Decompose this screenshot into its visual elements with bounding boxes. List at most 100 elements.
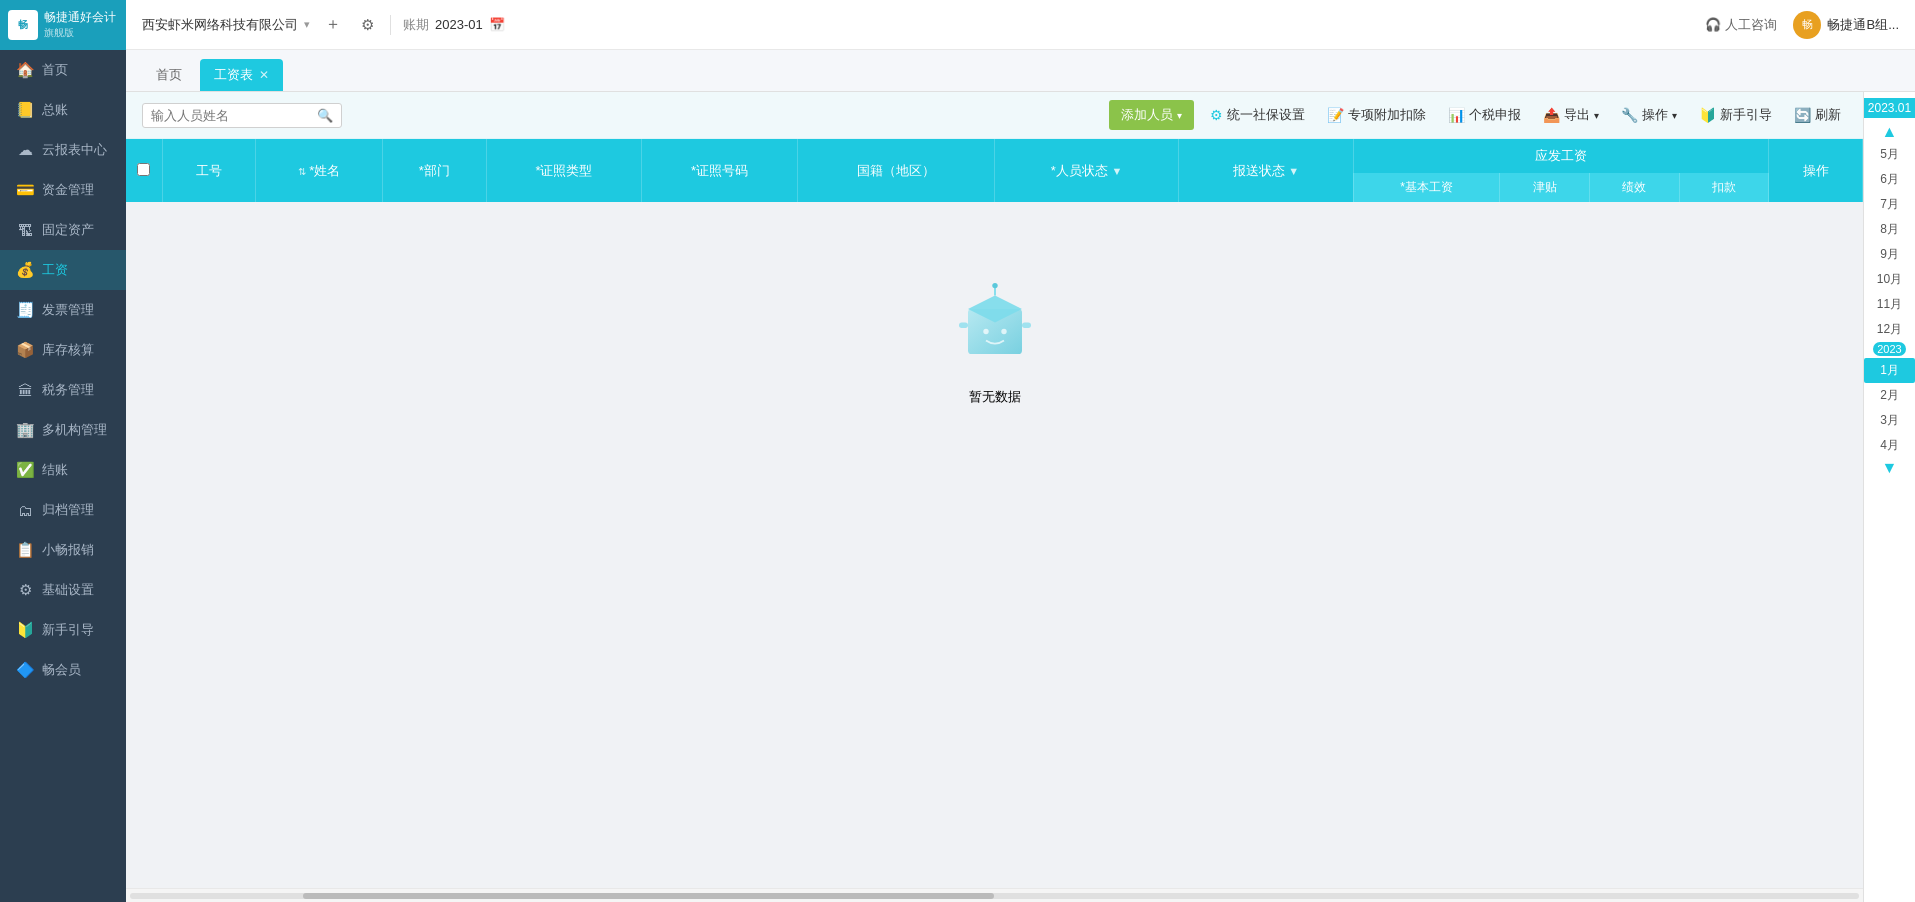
- add-person-button[interactable]: 添加人员 ▾: [1109, 100, 1194, 130]
- sidebar-item-cloud-report[interactable]: ☁ 云报表中心: [0, 130, 126, 170]
- right-panel: ✕ ⛶ 2023.01 ▲ 5月 6月 7月 8月 9月 10月: [1863, 92, 1915, 902]
- user-menu[interactable]: 畅 畅捷通B组...: [1793, 11, 1899, 39]
- topbar-divider: [390, 15, 391, 35]
- new-guide-label: 新手引导: [1720, 106, 1772, 124]
- sidebar-item-inventory[interactable]: 📦 库存核算: [0, 330, 126, 370]
- sidebar: 畅 畅捷通好会计 旗舰版 🏠 首页 📒 总账 ☁ 云报表中心 💳 资金管理 🏗 …: [0, 0, 126, 902]
- refresh-button[interactable]: 🔄 刷新: [1788, 102, 1847, 128]
- month-item-3[interactable]: 3月: [1864, 408, 1915, 433]
- main-area: 西安虾米网络科技有限公司 ▾ ＋ ⚙ 账期 2023-01 📅 🎧 人工咨询 畅…: [126, 0, 1915, 902]
- sidebar-item-settle[interactable]: ✅ 结账: [0, 450, 126, 490]
- select-all-checkbox[interactable]: [137, 163, 150, 176]
- operations-button[interactable]: 🔧 操作 ▾: [1615, 102, 1683, 128]
- invoice-icon: 🧾: [16, 301, 34, 319]
- home-icon: 🏠: [16, 61, 34, 79]
- year-badge: 2023: [1873, 342, 1905, 356]
- th-allowance-label: 津贴: [1533, 180, 1557, 194]
- calendar-icon[interactable]: 📅: [489, 17, 505, 32]
- sidebar-item-invoice[interactable]: 🧾 发票管理: [0, 290, 126, 330]
- tab-close-icon[interactable]: ✕: [259, 69, 269, 81]
- month-item-11[interactable]: 11月: [1864, 292, 1915, 317]
- salary-icon: 💰: [16, 261, 34, 279]
- th-name-label: *姓名: [309, 163, 340, 178]
- ledger-icon: 📒: [16, 101, 34, 119]
- sidebar-item-expense[interactable]: 📋 小畅报销: [0, 530, 126, 570]
- operations-label: 操作: [1642, 106, 1668, 124]
- topbar: 西安虾米网络科技有限公司 ▾ ＋ ⚙ 账期 2023-01 📅 🎧 人工咨询 畅…: [126, 0, 1915, 50]
- personal-tax-button[interactable]: 📊 个税申报: [1442, 102, 1527, 128]
- th-id-type: *证照类型: [486, 139, 642, 202]
- deduction-icon: 📝: [1327, 107, 1344, 123]
- settings-icon: ⚙: [16, 581, 34, 599]
- th-id-no: *证照号码: [642, 139, 798, 202]
- company-selector[interactable]: 西安虾米网络科技有限公司 ▾: [142, 16, 310, 34]
- sidebar-item-label: 库存核算: [42, 341, 94, 359]
- sidebar-item-guide[interactable]: 🔰 新手引导: [0, 610, 126, 650]
- month-nav-down-button[interactable]: ▼: [1882, 458, 1898, 478]
- social-settings-button[interactable]: ⚙ 统一社保设置: [1204, 102, 1311, 128]
- month-item-8[interactable]: 8月: [1864, 217, 1915, 242]
- sidebar-item-label: 归档管理: [42, 501, 94, 519]
- sidebar-item-multi-org[interactable]: 🏢 多机构管理: [0, 410, 126, 450]
- table-header-row1: 工号 ⇅ *姓名 *部门 *证照类型: [126, 139, 1863, 173]
- month-item-7[interactable]: 7月: [1864, 192, 1915, 217]
- th-report-status-label: 报送状态: [1233, 163, 1285, 178]
- tab-salary-table[interactable]: 工资表 ✕: [200, 59, 283, 91]
- month-item-10[interactable]: 10月: [1864, 267, 1915, 292]
- th-checkbox[interactable]: [126, 139, 162, 202]
- sidebar-item-settings[interactable]: ⚙ 基础设置: [0, 570, 126, 610]
- export-icon: 📤: [1543, 107, 1560, 123]
- month-2-label: 2月: [1880, 388, 1899, 402]
- sidebar-item-fixed-assets[interactable]: 🏗 固定资产: [0, 210, 126, 250]
- salary-table: 工号 ⇅ *姓名 *部门 *证照类型: [126, 139, 1863, 202]
- sidebar-item-label: 畅会员: [42, 661, 81, 679]
- month-item-5[interactable]: 5月: [1864, 142, 1915, 167]
- report-status-filter-icon[interactable]: ▼: [1288, 165, 1299, 177]
- sidebar-item-fund[interactable]: 💳 资金管理: [0, 170, 126, 210]
- month-item-2[interactable]: 2月: [1864, 383, 1915, 408]
- month-item-6[interactable]: 6月: [1864, 167, 1915, 192]
- search-input[interactable]: [151, 108, 311, 123]
- sidebar-item-label: 首页: [42, 61, 68, 79]
- status-filter-icon[interactable]: ▼: [1111, 165, 1122, 177]
- expense-icon: 📋: [16, 541, 34, 559]
- th-basic-salary-label: *基本工资: [1400, 180, 1453, 194]
- export-chevron-icon: ▾: [1594, 110, 1599, 121]
- empty-state: 暂无数据: [126, 202, 1863, 486]
- sidebar-item-salary[interactable]: 💰 工资: [0, 250, 126, 290]
- sidebar-item-archive[interactable]: 🗂 归档管理: [0, 490, 126, 530]
- settings-button[interactable]: ⚙: [356, 14, 378, 36]
- content-row: 🔍 添加人员 ▾ ⚙ 统一社保设置 📝 专项附加扣除: [126, 92, 1915, 902]
- export-button[interactable]: 📤 导出 ▾: [1537, 102, 1605, 128]
- month-7-label: 7月: [1880, 197, 1899, 211]
- table-container: 🔍 添加人员 ▾ ⚙ 统一社保设置 📝 专项附加扣除: [126, 92, 1863, 902]
- toolbar: 🔍 添加人员 ▾ ⚙ 统一社保设置 📝 专项附加扣除: [126, 92, 1863, 139]
- toolbar-right: 添加人员 ▾ ⚙ 统一社保设置 📝 专项附加扣除 📊 个税申报: [1109, 100, 1847, 130]
- sidebar-item-ledger[interactable]: 📒 总账: [0, 90, 126, 130]
- scrollbar-area[interactable]: [126, 888, 1863, 902]
- sort-icon: ⇅: [298, 166, 306, 177]
- svg-point-2: [983, 329, 988, 334]
- service-button[interactable]: 🎧 人工咨询: [1705, 16, 1777, 34]
- th-country: 国籍（地区）: [797, 139, 994, 202]
- operations-icon: 🔧: [1621, 107, 1638, 123]
- month-5-label: 5月: [1880, 147, 1899, 161]
- add-company-button[interactable]: ＋: [322, 14, 344, 36]
- sidebar-item-label: 税务管理: [42, 381, 94, 399]
- sidebar-item-tax[interactable]: 🏛 税务管理: [0, 370, 126, 410]
- th-deduction-label: 扣款: [1712, 180, 1736, 194]
- special-deduction-button[interactable]: 📝 专项附加扣除: [1321, 102, 1432, 128]
- new-guide-button[interactable]: 🔰 新手引导: [1693, 102, 1778, 128]
- month-3-label: 3月: [1880, 413, 1899, 427]
- month-nav-up-button[interactable]: ▲: [1882, 122, 1898, 142]
- month-item-4[interactable]: 4月: [1864, 433, 1915, 458]
- tab-home[interactable]: 首页: [142, 59, 196, 91]
- sidebar-item-home[interactable]: 🏠 首页: [0, 50, 126, 90]
- month-item-1-active[interactable]: 1月: [1864, 358, 1915, 383]
- month-item-9[interactable]: 9月: [1864, 242, 1915, 267]
- logo-text-block: 畅捷通好会计 旗舰版: [44, 10, 116, 40]
- sidebar-item-member[interactable]: 🔷 畅会员: [0, 650, 126, 690]
- sidebar-item-label: 发票管理: [42, 301, 94, 319]
- month-item-12[interactable]: 12月: [1864, 317, 1915, 342]
- guide-icon: 🔰: [16, 621, 34, 639]
